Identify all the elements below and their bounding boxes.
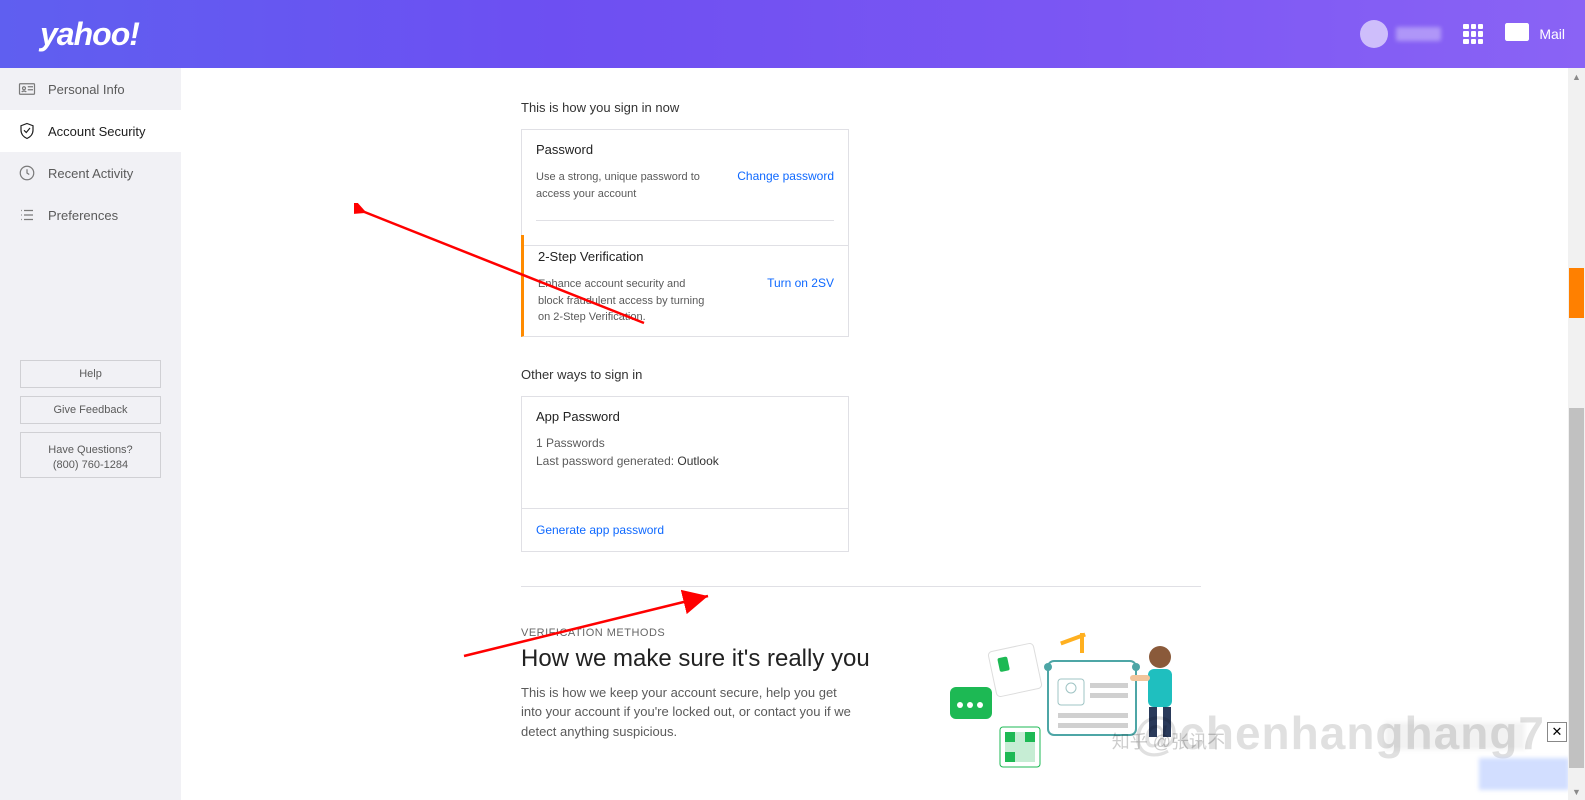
sidebar-item-preferences[interactable]: Preferences bbox=[0, 194, 181, 236]
app-password-last: Last password generated: Outlook bbox=[536, 454, 834, 468]
app-password-card: App Password 1 Passwords Last password g… bbox=[521, 396, 849, 552]
other-heading: Other ways to sign in bbox=[521, 367, 1201, 382]
questions-line1: Have Questions? bbox=[21, 443, 160, 458]
scrollbar-thumb-accent[interactable] bbox=[1569, 268, 1584, 318]
mail-label[interactable]: Mail bbox=[1539, 26, 1565, 42]
sidebar-item-label: Personal Info bbox=[48, 82, 125, 97]
list-icon bbox=[18, 206, 36, 224]
generate-app-password-link[interactable]: Generate app password bbox=[522, 508, 848, 551]
verification-desc: This is how we keep your account secure,… bbox=[521, 683, 861, 742]
twostep-desc: Enhance account security and block fraud… bbox=[538, 276, 708, 326]
yahoo-logo[interactable]: yahoo! bbox=[40, 16, 139, 53]
questions-line2: (800) 760-1284 bbox=[21, 458, 160, 473]
turn-on-2sv-link[interactable]: Turn on 2SV bbox=[767, 276, 834, 290]
scrollbar-thumb[interactable] bbox=[1569, 408, 1584, 768]
help-button[interactable]: Help bbox=[20, 360, 161, 388]
id-card-icon bbox=[18, 80, 36, 98]
user-name-blurred bbox=[1396, 27, 1441, 41]
change-password-link[interactable]: Change password bbox=[737, 169, 834, 183]
scrollbar-track[interactable]: ▲ ▼ bbox=[1568, 68, 1585, 800]
password-title: Password bbox=[536, 142, 834, 157]
shield-icon bbox=[18, 122, 36, 140]
close-icon[interactable]: ✕ bbox=[1547, 722, 1567, 742]
verification-title: How we make sure it's really you bbox=[521, 645, 870, 673]
clock-icon bbox=[18, 164, 36, 182]
twostep-card: 2-Step Verification Enhance account secu… bbox=[521, 235, 849, 337]
sidebar: Personal Info Account Security Recent Ac… bbox=[0, 68, 181, 800]
app-header: yahoo! Mail bbox=[0, 0, 1585, 68]
scroll-down-icon[interactable]: ▼ bbox=[1568, 783, 1585, 800]
mail-icon[interactable] bbox=[1505, 23, 1529, 46]
sidebar-item-label: Account Security bbox=[48, 124, 146, 139]
password-card: Password Use a strong, unique password t… bbox=[521, 129, 849, 246]
main-content: This is how you sign in now Password Use… bbox=[181, 68, 1585, 800]
sidebar-item-account-security[interactable]: Account Security bbox=[0, 110, 181, 152]
twostep-title: 2-Step Verification bbox=[538, 249, 834, 264]
questions-button[interactable]: Have Questions? (800) 760-1284 bbox=[20, 432, 161, 478]
sidebar-item-personal-info[interactable]: Personal Info bbox=[0, 68, 181, 110]
sidebar-item-label: Recent Activity bbox=[48, 166, 133, 181]
sidebar-item-recent-activity[interactable]: Recent Activity bbox=[0, 152, 181, 194]
blurred-blue-box bbox=[1479, 758, 1569, 790]
signin-heading: This is how you sign in now bbox=[521, 100, 1201, 115]
feedback-button[interactable]: Give Feedback bbox=[20, 396, 161, 424]
scroll-up-icon[interactable]: ▲ bbox=[1568, 68, 1585, 85]
blurred-box bbox=[1385, 722, 1525, 750]
app-password-count: 1 Passwords bbox=[536, 436, 834, 450]
verification-illustration bbox=[930, 627, 1190, 777]
account-chip[interactable] bbox=[1360, 20, 1441, 48]
avatar bbox=[1360, 20, 1388, 48]
header-right: Mail bbox=[1360, 20, 1565, 48]
section-divider bbox=[521, 586, 1201, 587]
app-password-title: App Password bbox=[536, 409, 834, 424]
apps-grid-icon[interactable] bbox=[1463, 24, 1483, 44]
verification-label: VERIFICATION METHODS bbox=[521, 627, 870, 639]
sidebar-item-label: Preferences bbox=[48, 208, 118, 223]
password-desc: Use a strong, unique password to access … bbox=[536, 169, 706, 202]
